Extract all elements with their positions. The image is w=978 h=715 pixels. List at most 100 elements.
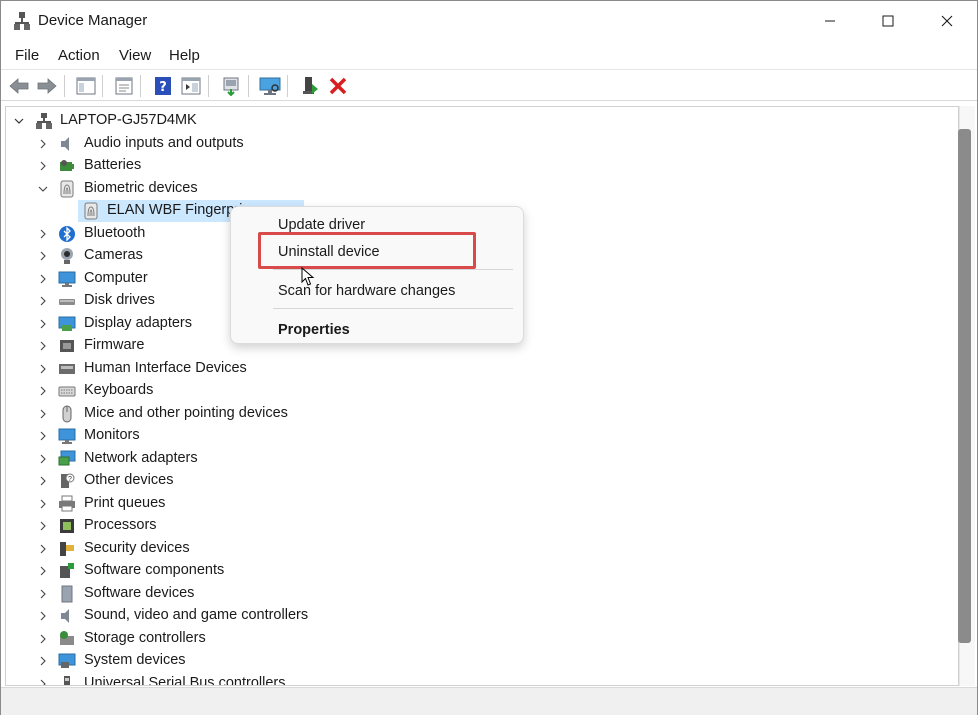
tree-category-row[interactable]: Software components (6, 560, 406, 582)
properties-button[interactable] (112, 74, 136, 98)
chevron-right-icon[interactable] (38, 589, 48, 599)
tree-category-row[interactable]: Security devices (6, 538, 406, 560)
tree-device-label: ELAN WBF Fingerpri (107, 202, 243, 218)
mouse-icon (58, 405, 76, 423)
maximize-button[interactable] (859, 1, 917, 41)
minimize-button[interactable] (801, 1, 859, 41)
tree-category-row[interactable]: Processors (6, 515, 406, 537)
toolbar-separator (208, 75, 209, 97)
context-menu-properties[interactable]: Properties (278, 322, 350, 338)
device-tree[interactable]: LAPTOP-GJ57D4MK Audio inputs and outputs… (5, 106, 959, 686)
tree-category-row[interactable]: Sound, video and game controllers (6, 605, 406, 627)
usb-icon (58, 675, 76, 685)
sound-icon (58, 607, 76, 625)
toolbar-separator (64, 75, 65, 97)
chevron-right-icon[interactable] (38, 274, 48, 284)
system-devices-icon (58, 652, 76, 670)
tree-category-row[interactable]: Print queues (6, 493, 406, 515)
chevron-right-icon[interactable] (38, 161, 48, 171)
chevron-right-icon[interactable] (38, 499, 48, 509)
tree-category-label: Disk drives (84, 292, 155, 308)
tree-category-label: Monitors (84, 427, 140, 443)
action-pane-button[interactable] (179, 74, 203, 98)
show-hide-console-tree-icon (76, 77, 96, 95)
minimize-icon (825, 20, 835, 22)
chevron-right-icon[interactable] (38, 139, 48, 149)
tree-category-label: Network adapters (84, 449, 198, 466)
enable-device-button[interactable] (298, 74, 322, 98)
back-button[interactable] (7, 74, 31, 98)
tree-category-row[interactable]: Audio inputs and outputs (6, 133, 406, 155)
tree-category-row[interactable]: Batteries (6, 155, 406, 177)
tree-category-label: Bluetooth (84, 224, 146, 241)
tree-category-row[interactable]: ? Other devices (6, 470, 406, 492)
uninstall-highlight-box (258, 232, 476, 269)
software-device-icon (58, 585, 76, 603)
context-menu-update-driver[interactable]: Update driver (278, 217, 365, 233)
close-button[interactable] (918, 1, 976, 41)
device-manager-app-icon (13, 11, 31, 31)
tree-category-row[interactable]: Keyboards (6, 380, 406, 402)
chevron-right-icon[interactable] (38, 364, 48, 374)
tree-category-row[interactable]: Biometric devices (6, 178, 406, 200)
tree-category-label: Print queues (84, 494, 166, 511)
tree-category-label: Cameras (84, 247, 143, 263)
chevron-right-icon[interactable] (38, 679, 48, 685)
storage-icon (58, 630, 76, 648)
tree-root[interactable]: LAPTOP-GJ57D4MK (6, 110, 406, 132)
help-icon: ? (155, 77, 171, 95)
scrollbar-thumb[interactable] (958, 129, 971, 643)
menu-file[interactable]: File (15, 47, 39, 64)
tree-category-row[interactable]: System devices (6, 650, 406, 672)
chevron-right-icon[interactable] (38, 611, 48, 621)
other-devices-icon: ? (58, 472, 76, 490)
camera-icon (58, 247, 76, 265)
fingerprint-icon (58, 180, 76, 198)
chevron-right-icon[interactable] (38, 229, 48, 239)
menu-view[interactable]: View (119, 47, 151, 64)
menu-help[interactable]: Help (169, 47, 200, 64)
chevron-right-icon[interactable] (38, 341, 48, 351)
tree-category-label: Biometric devices (84, 179, 198, 196)
tree-category-row[interactable]: Software devices (6, 583, 406, 605)
uninstall-device-button[interactable] (326, 74, 350, 98)
chevron-right-icon[interactable] (38, 521, 48, 531)
chevron-right-icon[interactable] (38, 566, 48, 576)
tree-category-label: Mice and other pointing devices (84, 404, 288, 421)
chevron-down-icon[interactable] (38, 184, 48, 194)
menu-action[interactable]: Action (58, 47, 100, 64)
scan-hardware-icon (259, 77, 281, 95)
chevron-right-icon[interactable] (38, 296, 48, 306)
toolbar-separator (287, 75, 288, 97)
chevron-right-icon[interactable] (38, 544, 48, 554)
scan-hardware-button[interactable] (258, 74, 282, 98)
forward-button[interactable] (35, 74, 59, 98)
chevron-right-icon[interactable] (38, 319, 48, 329)
tree-category-row[interactable]: Network adapters (6, 448, 406, 470)
chevron-right-icon[interactable] (38, 634, 48, 644)
tree-category-row[interactable]: Monitors (6, 425, 406, 447)
chevron-right-icon[interactable] (38, 251, 48, 261)
chevron-down-icon[interactable] (14, 116, 24, 126)
show-hide-console-tree-button[interactable] (74, 74, 98, 98)
update-driver-button[interactable] (219, 74, 243, 98)
chevron-right-icon[interactable] (38, 454, 48, 464)
chevron-right-icon[interactable] (38, 386, 48, 396)
svg-text:?: ? (68, 476, 72, 483)
mouse-cursor-icon (301, 266, 315, 287)
close-icon (941, 15, 953, 27)
tree-category-row[interactable]: Storage controllers (6, 628, 406, 650)
tree-category-row[interactable]: Human Interface Devices (6, 358, 406, 380)
help-button[interactable]: ? (151, 74, 175, 98)
chevron-right-icon[interactable] (38, 476, 48, 486)
bluetooth-icon (58, 225, 76, 243)
back-icon (9, 78, 29, 94)
enable-device-icon (303, 77, 318, 94)
tree-category-row[interactable]: Mice and other pointing devices (6, 403, 406, 425)
chevron-right-icon[interactable] (38, 656, 48, 666)
title-bar: Device Manager (1, 1, 977, 41)
tree-category-row[interactable]: Universal Serial Bus controllers (6, 673, 406, 686)
chevron-right-icon[interactable] (38, 431, 48, 441)
tree-category-label: Universal Serial Bus controllers (84, 674, 286, 686)
chevron-right-icon[interactable] (38, 409, 48, 419)
